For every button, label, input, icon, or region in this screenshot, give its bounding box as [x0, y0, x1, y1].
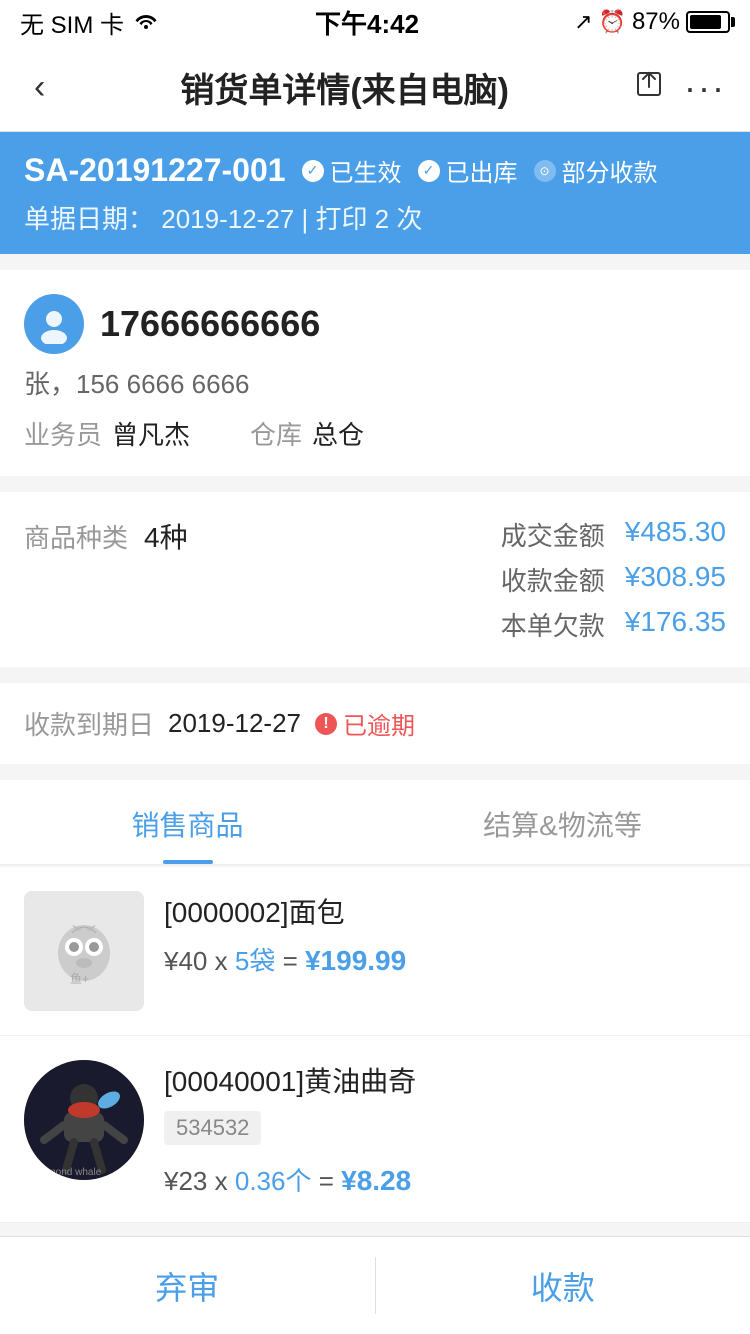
salesman-label: 业务员: [24, 415, 102, 452]
avatar: [24, 294, 84, 354]
overdue-badge: ! 已逾期: [315, 706, 415, 741]
owed-label: 本单欠款: [501, 606, 605, 643]
header-banner: SA-20191227-001 ✓ 已生效 ✓ 已出库 ⊙ 部分收款 单据日期：…: [0, 132, 750, 254]
product-sku: 534532: [164, 1111, 261, 1145]
deal-amount-row: 成交金额 ¥485.30: [501, 516, 726, 553]
nav-bar: ‹ 销货单详情(来自电脑) ···: [0, 44, 750, 132]
product-price: ¥40 x 5袋 = ¥199.99: [164, 941, 726, 978]
banner-subtitle: 单据日期： 2019-12-27 | 打印 2 次: [24, 199, 726, 236]
badge-shipped: ✓ 已出库: [418, 153, 518, 188]
recv-amount-row: 收款金额 ¥308.95: [501, 561, 726, 598]
bottom-bar: 弃审 收款: [0, 1236, 750, 1334]
tabs-section: 销售商品 结算&物流等: [0, 780, 750, 865]
salesman-info: 业务员 曾凡杰: [24, 415, 190, 452]
back-button[interactable]: ‹: [24, 58, 55, 117]
product-name-2: [00040001]黄油曲奇: [164, 1060, 726, 1100]
due-label: 收款到期日: [24, 705, 154, 742]
price-total: ¥199.99: [305, 945, 406, 976]
page-title: 销货单详情(来自电脑): [180, 63, 509, 112]
svg-text:鱼+: 鱼+: [70, 972, 89, 986]
price-qty-2: 0.36个: [235, 1166, 312, 1196]
due-section: 收款到期日 2019-12-27 ! 已逾期: [0, 683, 750, 764]
owed-amount-row: 本单欠款 ¥176.35: [501, 606, 726, 643]
price-base-2: ¥23: [164, 1166, 207, 1196]
clock-badge-icon: ⊙: [534, 160, 556, 182]
product-item: 鱼+ [0000002]面包 ¥40 x 5袋 = ¥199.99: [0, 867, 750, 1036]
check-icon: ✓: [302, 160, 324, 182]
product-sku-wrap: 534532: [164, 1110, 726, 1155]
product-thumbnail: 鱼+: [24, 891, 144, 1011]
badge-effected: ✓ 已生效: [302, 153, 402, 188]
wifi-icon: [132, 8, 160, 36]
signal-icon: 无 SIM 卡: [20, 5, 124, 40]
status-bar: 无 SIM 卡 下午4:42 ↗ ⏰ 87%: [0, 0, 750, 44]
status-time: 下午4:42: [315, 4, 419, 41]
battery-icon: [686, 11, 730, 33]
stats-section: 商品种类 4种 成交金额 ¥485.30 收款金额 ¥308.95 本单欠款 ¥…: [0, 492, 750, 667]
warehouse-label: 仓库: [250, 415, 302, 452]
type-label: 商品种类: [24, 518, 128, 555]
check-icon-2: ✓: [418, 160, 440, 182]
products-section: 鱼+ [0000002]面包 ¥40 x 5袋 = ¥199.99: [0, 867, 750, 1223]
product-item: diamond whale [00040001]黄油曲奇 534532 ¥23 …: [0, 1036, 750, 1223]
tab-settlement-logistics[interactable]: 结算&物流等: [375, 780, 750, 864]
customer-top: 17666666666: [24, 294, 726, 354]
status-left: 无 SIM 卡: [20, 5, 160, 40]
deal-label: 成交金额: [501, 516, 605, 553]
customer-meta: 业务员 曾凡杰 仓库 总仓: [24, 415, 726, 452]
tab-sales-products[interactable]: 销售商品: [0, 780, 375, 864]
product-info: [0000002]面包 ¥40 x 5袋 = ¥199.99: [164, 891, 726, 978]
overdue-label: 已逾期: [343, 706, 415, 741]
due-date: 2019-12-27: [168, 708, 301, 739]
warehouse-info: 仓库 总仓: [250, 415, 364, 452]
status-right: ↗ ⏰ 87%: [574, 8, 730, 36]
deal-value: ¥485.30: [625, 516, 726, 553]
owed-value: ¥176.35: [625, 606, 726, 643]
price-total-2: ¥8.28: [341, 1165, 411, 1196]
product-name: [0000002]面包: [164, 891, 726, 931]
confirm-button[interactable]: 收款: [376, 1237, 750, 1334]
recv-label: 收款金额: [501, 561, 605, 598]
share-icon[interactable]: [634, 69, 664, 107]
battery-percent: 87%: [632, 8, 680, 36]
overdue-icon: !: [315, 713, 337, 735]
order-id: SA-20191227-001: [24, 152, 286, 189]
price-equals-2: =: [319, 1166, 341, 1196]
location-icon: ↗: [574, 9, 592, 35]
clock-icon: ⏰: [599, 9, 626, 35]
customer-section: 17666666666 张，156 6666 6666 业务员 曾凡杰 仓库 总…: [0, 270, 750, 476]
product-thumbnail-2: diamond whale: [24, 1060, 144, 1180]
product-price-2: ¥23 x 0.36个 = ¥8.28: [164, 1161, 726, 1198]
cancel-button[interactable]: 弃审: [0, 1237, 375, 1334]
more-icon[interactable]: ···: [684, 67, 726, 109]
price-base: ¥40: [164, 946, 207, 976]
price-qty: 5袋: [235, 946, 275, 976]
price-equals: =: [283, 946, 305, 976]
type-count: 4种: [144, 516, 188, 556]
nav-actions: ···: [634, 67, 726, 109]
banner-top: SA-20191227-001 ✓ 已生效 ✓ 已出库 ⊙ 部分收款: [24, 152, 726, 189]
warehouse-value: 总仓: [312, 415, 364, 452]
salesman-value: 曾凡杰: [112, 415, 190, 452]
customer-detail: 张，156 6666 6666: [24, 364, 726, 401]
price-multiply-2: x: [215, 1166, 235, 1196]
svg-text:diamond whale: diamond whale: [34, 1167, 102, 1178]
recv-value: ¥308.95: [625, 561, 726, 598]
badge-partial: ⊙ 部分收款: [534, 153, 658, 188]
stats-right: 成交金额 ¥485.30 收款金额 ¥308.95 本单欠款 ¥176.35: [501, 516, 726, 643]
stats-left: 商品种类 4种: [24, 516, 188, 556]
customer-phone: 17666666666: [100, 303, 320, 345]
price-multiply: x: [215, 946, 235, 976]
thumb-placeholder: 鱼+: [24, 891, 144, 1011]
product-info-2: [00040001]黄油曲奇 534532 ¥23 x 0.36个 = ¥8.2…: [164, 1060, 726, 1198]
